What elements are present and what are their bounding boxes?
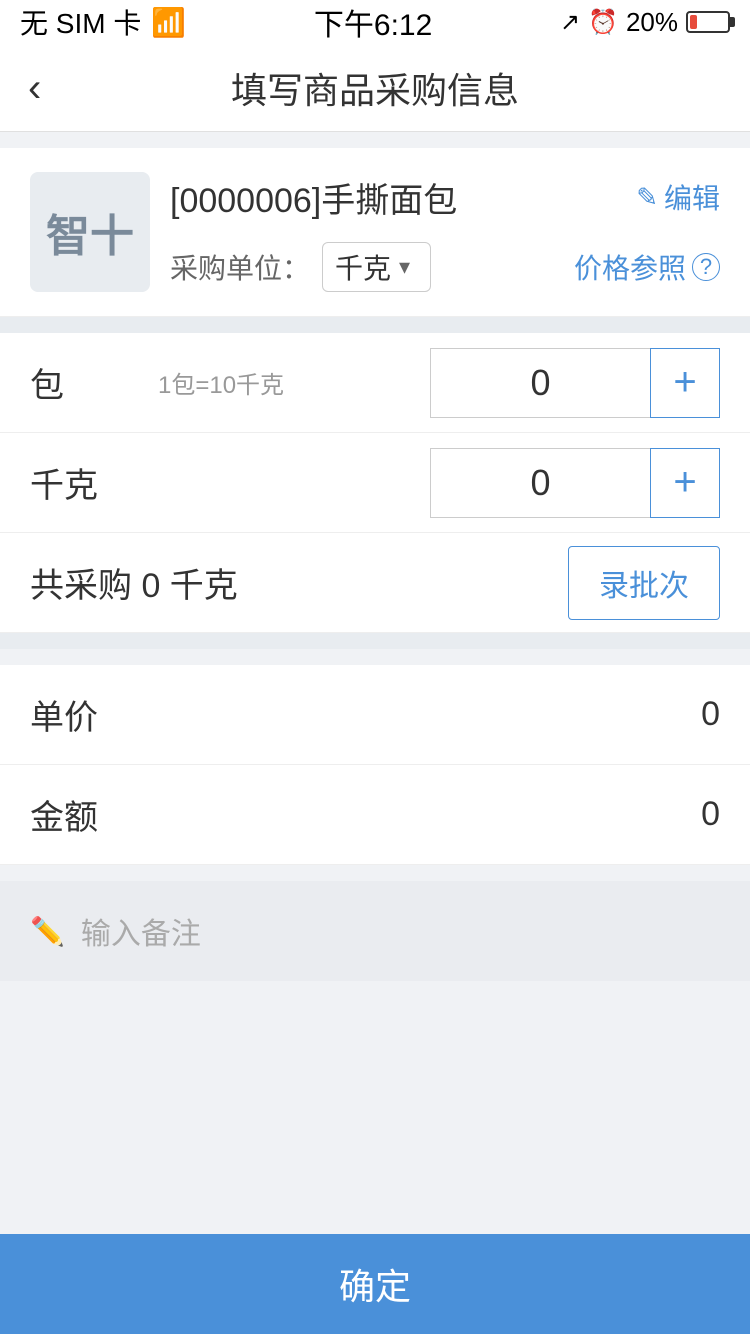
summary-label: 共采购 0 千克: [30, 558, 238, 607]
kg-plus-button[interactable]: +: [650, 448, 720, 518]
amount-label: 金额: [30, 790, 98, 839]
price-ref-label: 价格参照: [574, 247, 686, 287]
product-info: [0000006]手撕面包 ✎ 编辑 采购单位： 千克 ▾ 价格参照 ?: [170, 173, 720, 292]
price-section: 单价 0 金额 0: [0, 665, 750, 865]
product-unit-row: 采购单位： 千克 ▾ 价格参照 ?: [170, 242, 720, 292]
section-divider-2: [0, 633, 750, 649]
pack-sublabel: 1包=10千克: [158, 365, 430, 400]
status-bar-right: ↗ ⏰ 20%: [560, 7, 730, 38]
kg-quantity-input[interactable]: [430, 448, 650, 518]
nav-bar: ‹ 填写商品采购信息: [0, 44, 750, 132]
carrier-label: 无 SIM 卡: [20, 2, 141, 42]
location-icon: ↗: [560, 8, 580, 37]
product-image-text: 智十: [46, 200, 134, 264]
kg-input-wrap: +: [430, 448, 720, 518]
amount-row: 金额 0: [0, 765, 750, 865]
main-content-bg: [0, 981, 750, 1261]
unit-price-value: 0: [701, 695, 720, 734]
remark-section[interactable]: ✏️ 输入备注: [0, 881, 750, 981]
unit-price-row: 单价 0: [0, 665, 750, 765]
chevron-down-icon: ▾: [399, 254, 410, 280]
edit-icon: ✎: [636, 182, 658, 213]
kg-row: 千克 +: [0, 433, 750, 533]
pack-plus-button[interactable]: +: [650, 348, 720, 418]
summary-row: 共采购 0 千克 录批次: [0, 533, 750, 633]
wifi-icon: 📶: [151, 6, 186, 39]
help-icon: ?: [692, 253, 720, 281]
confirm-label: 确定: [339, 1258, 411, 1310]
pack-input-wrap: +: [430, 348, 720, 418]
section-divider-1: [0, 317, 750, 333]
form-section: 包 1包=10千克 + 千克 +: [0, 333, 750, 533]
product-title: 手撕面包: [321, 182, 457, 220]
product-name-row: [0000006]手撕面包 ✎ 编辑: [170, 173, 720, 222]
page-title: 填写商品采购信息: [231, 62, 519, 114]
battery-fill: [690, 15, 697, 29]
remark-placeholder: 输入备注: [81, 909, 201, 953]
price-ref-button[interactable]: 价格参照 ?: [574, 247, 720, 287]
confirm-button[interactable]: 确定: [0, 1234, 750, 1334]
unit-select[interactable]: 千克 ▾: [322, 242, 431, 292]
unit-price-label: 单价: [30, 690, 98, 739]
back-button[interactable]: ‹: [28, 68, 41, 108]
edit-label: 编辑: [664, 177, 720, 217]
edit-button[interactable]: ✎ 编辑: [636, 177, 720, 217]
product-image: 智十: [30, 172, 150, 292]
status-bar: 无 SIM 卡 📶 下午6:12 ↗ ⏰ 20%: [0, 0, 750, 44]
battery-percent: 20%: [626, 7, 678, 38]
kg-label: 千克: [30, 458, 150, 507]
batch-button[interactable]: 录批次: [568, 546, 720, 620]
product-code: [0000006]: [170, 182, 321, 220]
pencil-icon: ✏️: [30, 915, 65, 948]
unit-label: 采购单位：: [170, 247, 310, 287]
product-name: [0000006]手撕面包: [170, 173, 457, 222]
amount-value: 0: [701, 795, 720, 834]
pack-quantity-input[interactable]: [430, 348, 650, 418]
battery-icon: [686, 11, 730, 33]
status-bar-time: 下午6:12: [314, 0, 432, 44]
alarm-icon: ⏰: [588, 8, 618, 37]
product-card: 智十 [0000006]手撕面包 ✎ 编辑 采购单位： 千克 ▾ 价格参照 ?: [0, 148, 750, 317]
pack-row: 包 1包=10千克 +: [0, 333, 750, 433]
unit-value: 千克: [335, 247, 391, 287]
pack-label: 包: [30, 358, 150, 407]
status-bar-left: 无 SIM 卡 📶: [20, 2, 186, 42]
